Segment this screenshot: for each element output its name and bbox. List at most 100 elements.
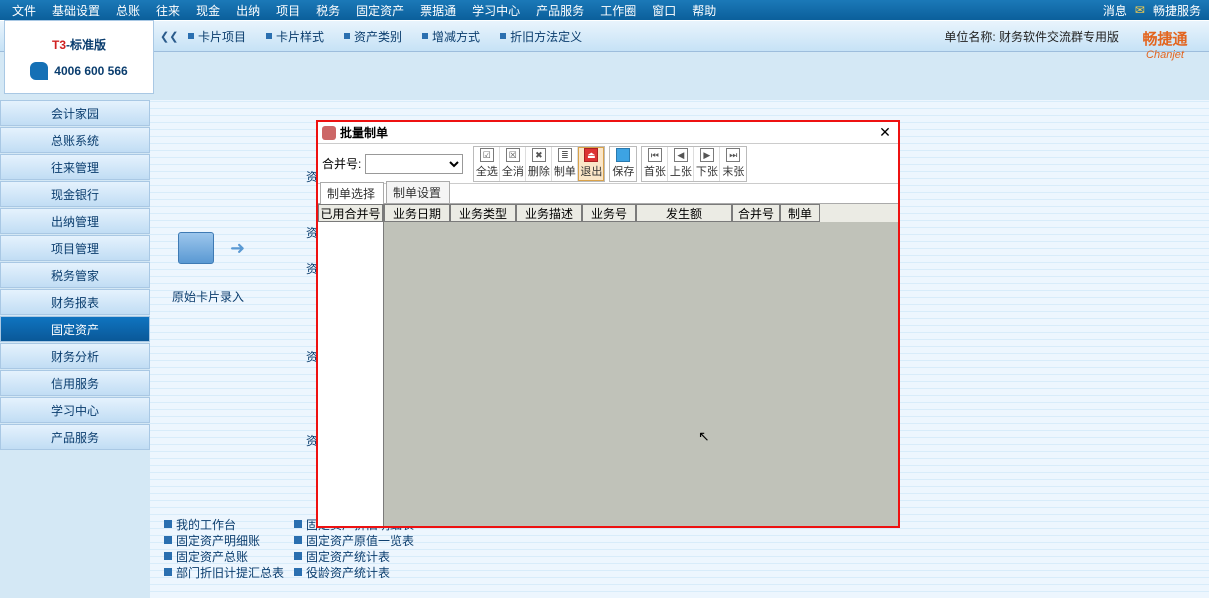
bullet-icon [188,33,194,39]
batch-voucher-dialog: 批量制单 ✕ 合并号: ☑全选☒全消✖删除≣制单⏏退出保存⏮首张◀上张▶下张⏭末… [316,120,900,528]
used-merge-column: 已用合并号 [318,204,384,526]
sidebar-item[interactable]: 税务管家 [0,262,150,288]
sidebar-item[interactable]: 会计家园 [0,100,150,126]
menu-item[interactable]: 学习中心 [464,0,528,21]
menu-item[interactable]: 票据通 [412,0,464,21]
toolbar-button-全消[interactable]: ☒全消 [500,147,526,181]
report-link[interactable]: 固定资产明细账 [164,532,294,548]
menu-item[interactable]: 出纳 [228,0,268,21]
sidebar-item[interactable]: 现金银行 [0,181,150,207]
dialog-tabs: 制单选择 制单设置 [318,184,898,204]
sidebar-item[interactable]: 学习中心 [0,397,150,423]
bullet-icon [164,552,172,560]
close-icon[interactable]: ✕ [876,124,894,141]
bullet-icon [344,33,350,39]
column-header[interactable]: 制单 [780,204,820,222]
subbar-item[interactable]: 折旧方法定义 [490,28,592,45]
report-link[interactable]: 部门折旧计提汇总表 [164,564,294,580]
menu-right-item[interactable]: 消息 [1095,0,1135,21]
grid-body[interactable] [384,222,898,526]
menu-item[interactable]: 项目 [268,0,308,21]
toolbar-button-制单[interactable]: ≣制单 [552,147,578,181]
report-link[interactable]: 役龄资产统计表 [294,564,424,580]
product-logo: T3-标准版 4006 600 566 [4,20,154,94]
subbar-item[interactable]: 卡片样式 [256,28,334,45]
column-header[interactable]: 业务描述 [516,204,582,222]
chevron-left-icon[interactable]: ❮❮ [160,30,178,43]
column-header[interactable]: 发生额 [636,204,732,222]
menu-right-item[interactable]: 畅捷服务 [1145,0,1209,21]
tab-voucher-settings[interactable]: 制单设置 [386,181,450,203]
flow-step: ➜ [178,232,261,264]
toolbar-button-首张[interactable]: ⏮首张 [642,147,668,181]
sidebar-item[interactable]: 项目管理 [0,235,150,261]
phone-icon [30,62,48,80]
merge-no-select[interactable] [365,154,463,174]
report-link[interactable]: 固定资产总账 [164,548,294,564]
toolbar-button-退出[interactable]: ⏏退出 [578,147,604,181]
column-header[interactable]: 业务号 [582,204,636,222]
sidebar-item[interactable]: 财务分析 [0,343,150,369]
sidebar-item[interactable]: 财务报表 [0,289,150,315]
column-header[interactable]: 合并号 [732,204,780,222]
menu-item[interactable]: 产品服务 [528,0,592,21]
merge-no-label: 合并号: [322,155,361,172]
menu-item[interactable]: 帮助 [684,0,724,21]
sidebar-item[interactable]: 固定资产 [0,316,150,342]
arrow-right-icon: ➜ [230,238,245,259]
bullet-icon [164,520,172,528]
dialog-grid: 已用合并号 业务日期业务类型业务描述业务号发生额合并号制单 [318,204,898,526]
dialog-title-text: 批量制单 [340,124,388,141]
mail-icon: ✉ [1135,3,1145,17]
report-link[interactable]: 我的工作台 [164,516,294,532]
grid-header-row: 业务日期业务类型业务描述业务号发生额合并号制单 [384,204,898,222]
sidebar-item[interactable]: 产品服务 [0,424,150,450]
mouse-cursor-icon: ↖ [698,428,710,445]
toolbar-button-末张[interactable]: ⏭末张 [720,147,746,181]
left-nav: 会计家园总账系统往来管理现金银行出纳管理项目管理税务管家财务报表固定资产财务分析… [0,100,150,451]
report-link[interactable]: 固定资产原值一览表 [294,532,424,548]
toolbar-button-删除[interactable]: ✖删除 [526,147,552,181]
sidebar-item[interactable]: 信用服务 [0,370,150,396]
toolbar-button-上张[interactable]: ◀上张 [668,147,694,181]
menu-item[interactable]: 固定资产 [348,0,412,21]
sidebar-item[interactable]: 出纳管理 [0,208,150,234]
dialog-icon [322,126,336,140]
bullet-icon [294,536,302,544]
menu-item[interactable]: 基础设置 [44,0,108,21]
sidebar-item[interactable]: 总账系统 [0,127,150,153]
used-merge-header: 已用合并号 [318,204,383,222]
menu-item[interactable]: 窗口 [644,0,684,21]
sidebar-item[interactable]: 往来管理 [0,154,150,180]
subbar-item[interactable]: 增减方式 [412,28,490,45]
toolbar-button-下张[interactable]: ▶下张 [694,147,720,181]
menu-item[interactable]: 往来 [148,0,188,21]
column-header[interactable]: 业务日期 [384,204,450,222]
menu-item[interactable]: 现金 [188,0,228,21]
menu-item[interactable]: 工作圈 [592,0,644,21]
menu-item[interactable]: 税务 [308,0,348,21]
subbar-item[interactable]: 资产类别 [334,28,412,45]
dialog-titlebar: 批量制单 ✕ [318,122,898,144]
bullet-icon [422,33,428,39]
menu-item[interactable]: 总账 [108,0,148,21]
chanjet-logo: 畅捷通 Chanjet [1129,28,1201,61]
main-menu-bar: 文件 基础设置 总账 往来 现金 出纳 项目 税务 固定资产 票据通 学习中心 … [0,0,1209,20]
sub-toolbar: ❮❮ 卡片项目 卡片样式 资产类别 增减方式 折旧方法定义 单位名称: 财务软件… [0,20,1209,52]
card-entry-icon[interactable] [178,232,214,264]
bullet-icon [294,552,302,560]
menu-item[interactable]: 文件 [4,0,44,21]
tab-voucher-select[interactable]: 制单选择 [320,182,384,204]
bullet-icon [164,536,172,544]
report-link[interactable]: 固定资产统计表 [294,548,424,564]
bullet-icon [294,568,302,576]
subbar-item[interactable]: 卡片项目 [178,28,256,45]
support-phone: 4006 600 566 [54,64,127,78]
toolbar-button-保存[interactable]: 保存 [610,147,636,181]
flow-step-label: 原始卡片录入 [172,288,244,305]
bullet-icon [266,33,272,39]
unit-name-label: 单位名称: 财务软件交流群专用版 [944,28,1119,45]
bullet-icon [164,568,172,576]
column-header[interactable]: 业务类型 [450,204,516,222]
toolbar-button-全选[interactable]: ☑全选 [474,147,500,181]
